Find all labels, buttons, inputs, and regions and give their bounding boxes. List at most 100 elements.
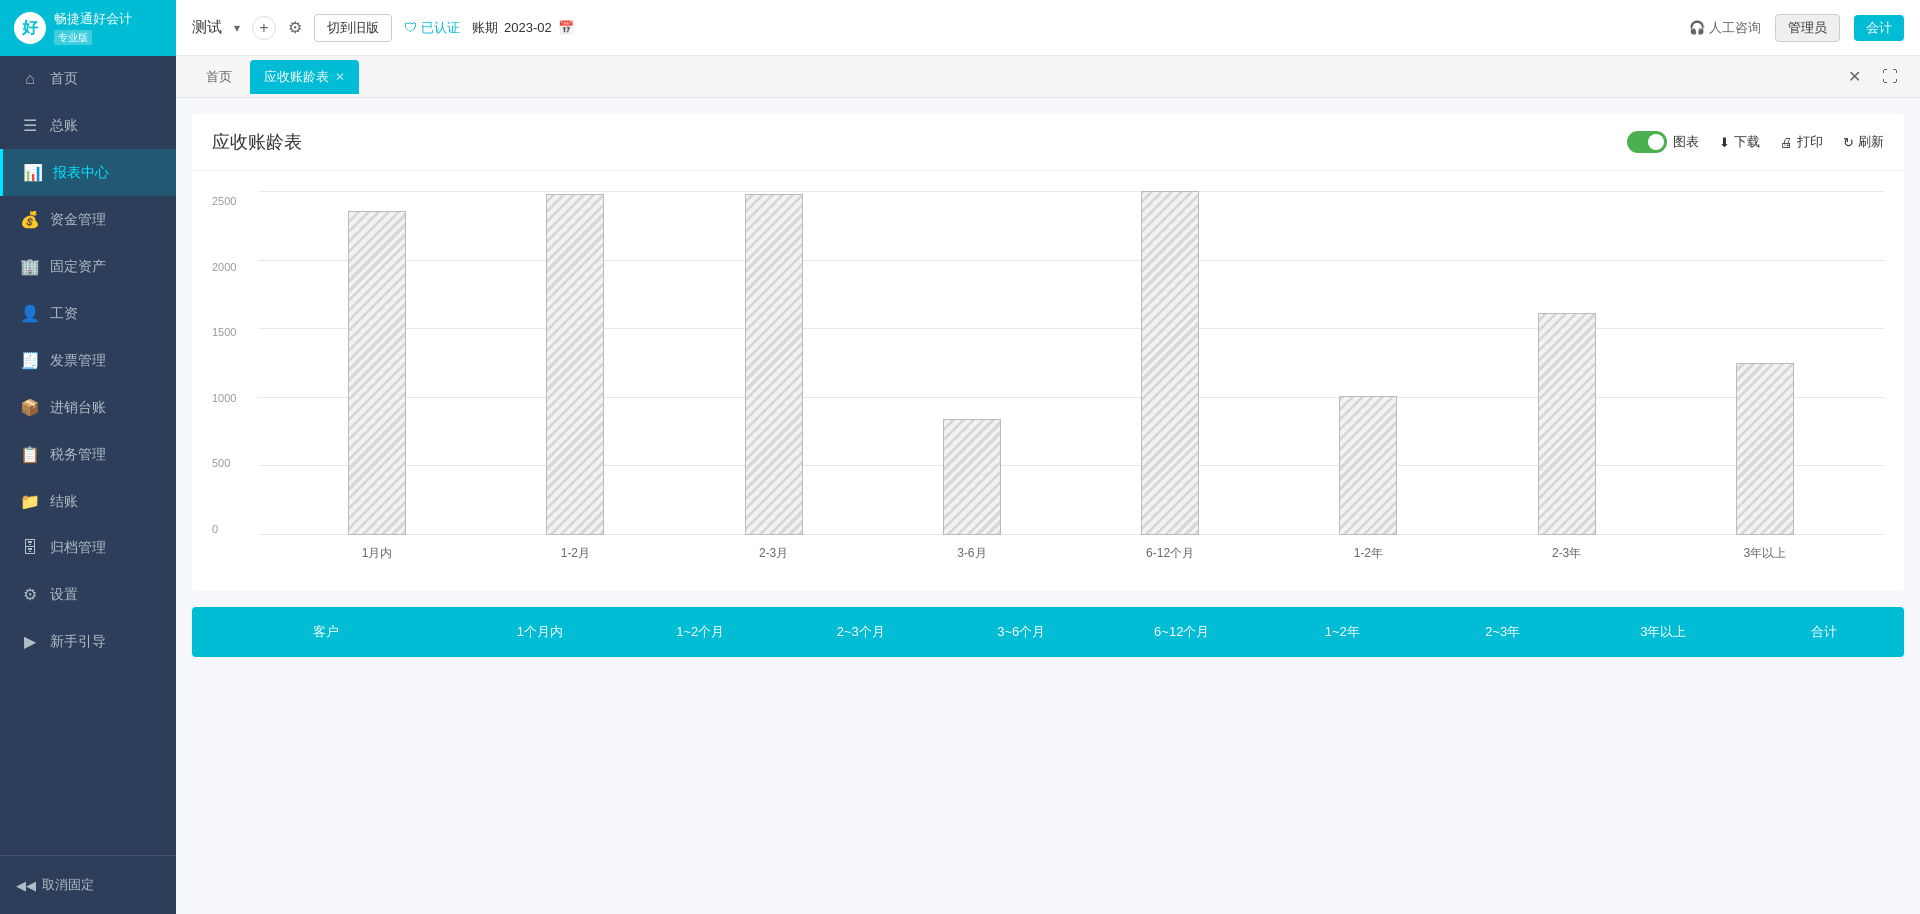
sidebar-item-reports[interactable]: 📊报表中心: [0, 149, 176, 196]
bar-group-6: [1538, 191, 1596, 535]
home-icon: ⌂: [20, 70, 40, 88]
project-dropdown[interactable]: ▾: [234, 21, 240, 35]
sidebar-item-ledger[interactable]: ☰总账: [0, 102, 176, 149]
sidebar-item-settings[interactable]: ⚙设置: [0, 571, 176, 618]
table-header-5: 6~12个月: [1102, 607, 1263, 657]
table-header-2: 1~2个月: [620, 607, 781, 657]
headset-icon: 🎧: [1689, 20, 1705, 35]
sidebar-scroll: ⌂首页☰总账📊报表中心💰资金管理🏢固定资产👤工资🧾发票管理📦进销台账📋税务管理📁…: [0, 56, 176, 855]
reports-icon: 📊: [23, 163, 43, 182]
bar-group-2: [745, 191, 803, 535]
switch-version-button[interactable]: 切到旧版: [314, 14, 392, 42]
capital-icon: 💰: [20, 210, 40, 229]
bar-7: [1736, 363, 1794, 535]
chart-area: 0 500 1000 1500 2000 2500: [192, 171, 1904, 591]
sidebar: 好 畅捷通好会计 专业版 ⌂首页☰总账📊报表中心💰资金管理🏢固定资产👤工资🧾发票…: [0, 0, 176, 914]
x-label-1: 1-2月: [476, 545, 674, 562]
bar-group-4: [1141, 191, 1199, 535]
table-header-0: 客户: [192, 607, 460, 657]
bar-group-5: [1339, 191, 1397, 535]
refresh-button[interactable]: ↻ 刷新: [1843, 133, 1884, 151]
print-button[interactable]: 🖨 打印: [1780, 133, 1823, 151]
main-area: 测试 ▾ + ⚙ 切到旧版 🛡 已认证 账期 2023-02 📅 🎧 人工咨询 …: [176, 0, 1920, 914]
topbar: 测试 ▾ + ⚙ 切到旧版 🛡 已认证 账期 2023-02 📅 🎧 人工咨询 …: [176, 0, 1920, 56]
guide-icon: ▶: [20, 632, 40, 651]
y-label-1000: 1000: [212, 392, 258, 404]
y-label-2000: 2000: [212, 261, 258, 273]
sidebar-item-tax[interactable]: 📋税务管理: [0, 431, 176, 478]
consult-button[interactable]: 🎧 人工咨询: [1689, 19, 1761, 37]
cancel-fixed-button[interactable]: ◀◀ 取消固定: [0, 866, 176, 904]
logo-text: 畅捷通好会计 专业版: [54, 11, 132, 46]
logo-icon: 好: [14, 12, 46, 44]
x-label-2: 2-3月: [675, 545, 873, 562]
sidebar-item-capital[interactable]: 💰资金管理: [0, 196, 176, 243]
certified-badge: 🛡 已认证: [404, 19, 460, 37]
chart-toggle[interactable]: 图表: [1627, 131, 1699, 153]
sidebar-item-salary[interactable]: 👤工资: [0, 290, 176, 337]
sidebar-item-inventory[interactable]: 📦进销台账: [0, 384, 176, 431]
bar-4: [1141, 191, 1199, 535]
report-actions: 图表 ⬇ 下载 🖨 打印 ↻ 刷新: [1627, 131, 1884, 153]
table-area: 客户1个月内1~2个月2~3个月3~6个月6~12个月1~2年2~3年3年以上合…: [192, 607, 1904, 657]
sidebar-item-guide[interactable]: ▶新手引导: [0, 618, 176, 665]
table-header-8: 3年以上: [1583, 607, 1744, 657]
bar-3: [943, 419, 1001, 535]
table-header-6: 1~2年: [1262, 607, 1423, 657]
add-project-button[interactable]: +: [252, 16, 276, 40]
chart-wrapper: 0 500 1000 1500 2000 2500: [212, 191, 1884, 571]
tab-aging[interactable]: 应收账龄表✕: [250, 60, 359, 94]
page-content: 应收账龄表 图表 ⬇ 下载 🖨 打印: [176, 98, 1920, 914]
bar-group-0: [348, 191, 406, 535]
bar-5: [1339, 396, 1397, 535]
x-label-5: 1-2年: [1269, 545, 1467, 562]
bar-1: [546, 194, 604, 535]
salary-icon: 👤: [20, 304, 40, 323]
sidebar-bottom: ◀◀ 取消固定: [0, 855, 176, 914]
x-label-3: 3-6月: [873, 545, 1071, 562]
bar-2: [745, 194, 803, 535]
bar-group-7: [1736, 191, 1794, 535]
sidebar-item-archive[interactable]: 🗄归档管理: [0, 525, 176, 571]
settings-icon[interactable]: ⚙: [288, 18, 302, 37]
x-label-6: 2-3年: [1468, 545, 1666, 562]
shield-icon: 🛡: [404, 20, 417, 35]
close-tab-button[interactable]: ✕: [1840, 63, 1868, 91]
download-icon: ⬇: [1719, 135, 1730, 150]
sidebar-item-closing[interactable]: 📁结账: [0, 478, 176, 525]
project-name: 测试: [192, 18, 222, 37]
y-axis: 0 500 1000 1500 2000 2500: [212, 191, 258, 571]
sidebar-item-fixed-assets[interactable]: 🏢固定资产: [0, 243, 176, 290]
x-axis: 1月内1-2月2-3月3-6月6-12个月1-2年2-3年3年以上: [258, 535, 1884, 571]
x-label-0: 1月内: [278, 545, 476, 562]
content-area: 首页应收账龄表✕ ✕ ⛶ 应收账龄表 图表 ⬇: [176, 56, 1920, 914]
y-label-0: 0: [212, 523, 258, 535]
calendar-icon[interactable]: 📅: [558, 20, 574, 35]
tab-bar: 首页应收账龄表✕ ✕ ⛶: [176, 56, 1920, 98]
table-header-3: 2~3个月: [781, 607, 942, 657]
pin-icon: ◀◀: [16, 878, 36, 893]
admin-button[interactable]: 管理员: [1775, 14, 1840, 42]
table-header-9: 合计: [1744, 607, 1905, 657]
table-header-7: 2~3年: [1423, 607, 1584, 657]
toggle-switch[interactable]: [1627, 131, 1667, 153]
expand-button[interactable]: ⛶: [1876, 63, 1904, 91]
y-label-500: 500: [212, 457, 258, 469]
sidebar-item-home[interactable]: ⌂首页: [0, 56, 176, 102]
download-button[interactable]: ⬇ 下载: [1719, 133, 1760, 151]
ledger-icon: ☰: [20, 116, 40, 135]
bar-group-3: [943, 191, 1001, 535]
settings-icon: ⚙: [20, 585, 40, 604]
y-label-1500: 1500: [212, 326, 258, 338]
archive-icon: 🗄: [20, 539, 40, 557]
table-header-1: 1个月内: [460, 607, 621, 657]
tab-home[interactable]: 首页: [192, 60, 246, 94]
role-badge: 会计: [1854, 15, 1904, 41]
inventory-icon: 📦: [20, 398, 40, 417]
y-label-2500: 2500: [212, 195, 258, 207]
sidebar-item-invoice[interactable]: 🧾发票管理: [0, 337, 176, 384]
report-container: 应收账龄表 图表 ⬇ 下载 🖨 打印: [192, 114, 1904, 591]
x-label-7: 3年以上: [1666, 545, 1864, 562]
tab-close-icon[interactable]: ✕: [335, 70, 345, 84]
table-header-4: 3~6个月: [941, 607, 1102, 657]
